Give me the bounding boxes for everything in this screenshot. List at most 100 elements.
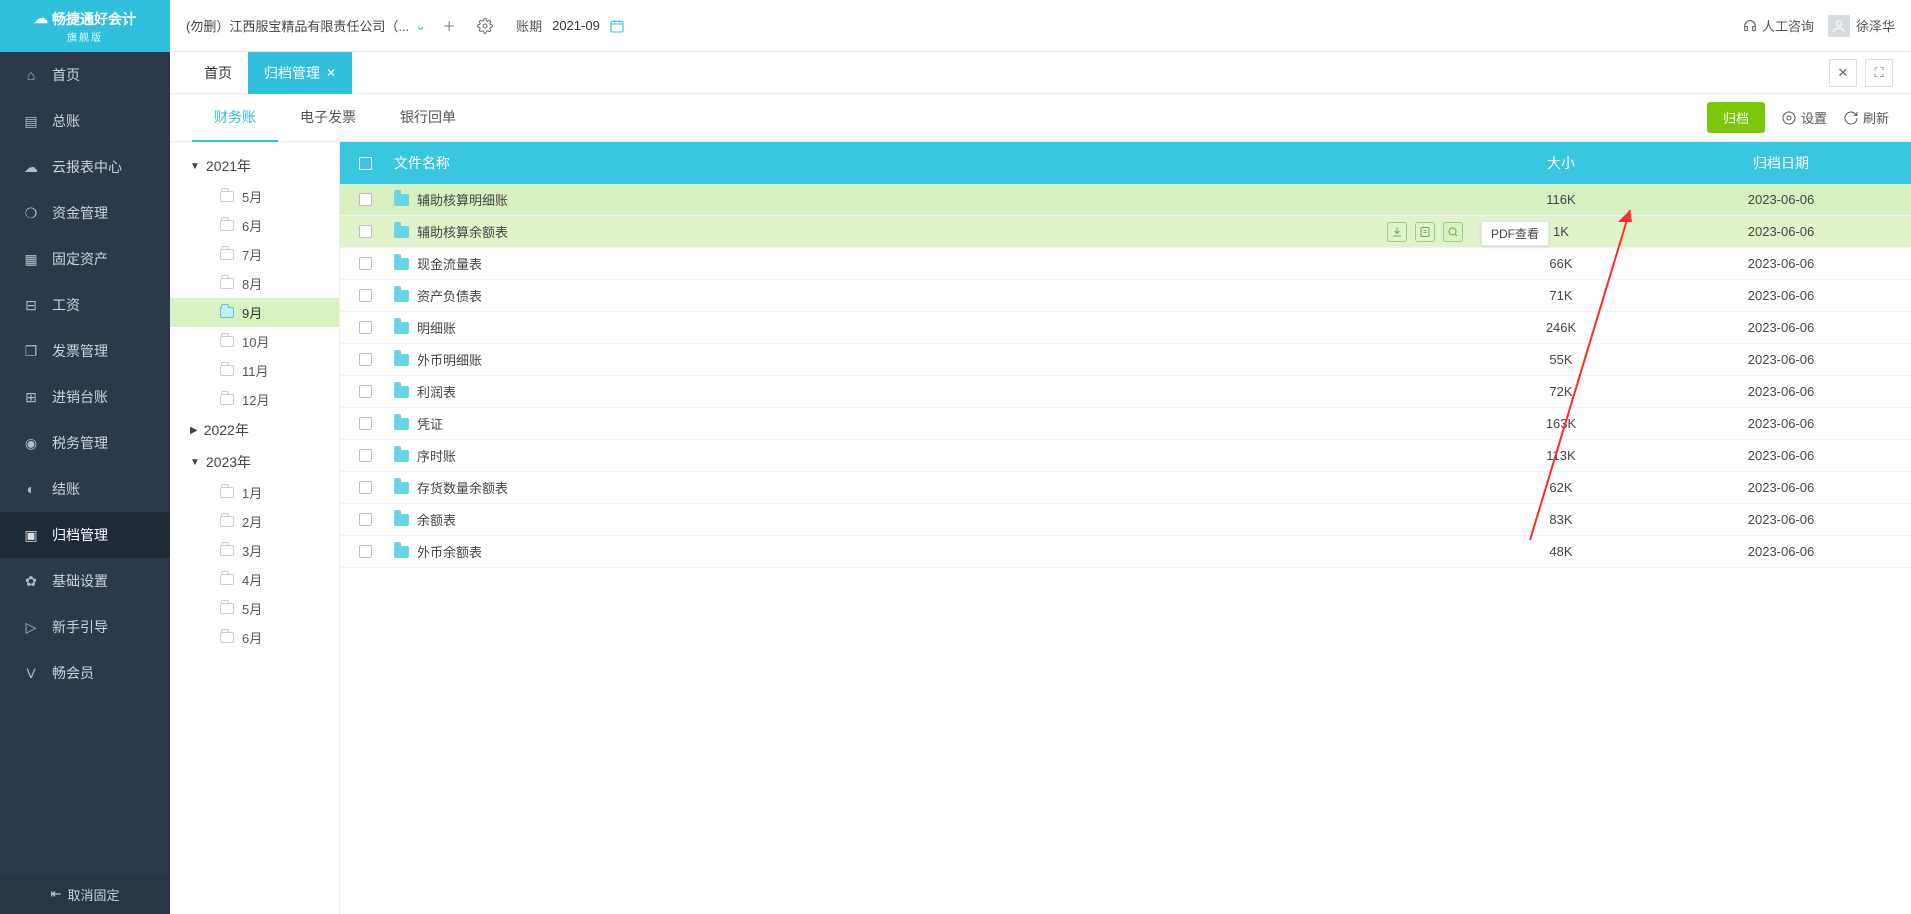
nav-home[interactable]: ⌂首页 [0,52,170,98]
tree-year[interactable]: ▼2021年 [170,150,339,182]
refresh-label: 刷新 [1863,108,1889,127]
period-value[interactable]: 2021-09 [552,18,600,33]
close-icon[interactable]: ✕ [326,66,336,80]
row-checkbox[interactable] [359,513,372,526]
select-all-checkbox[interactable] [359,157,372,170]
file-row[interactable]: 利润表 72K 2023-06-06 [340,376,1911,408]
unpin-button[interactable]: ⇤取消固定 [0,874,170,914]
tree-month[interactable]: 6月 [170,211,339,240]
month-label: 5月 [242,599,262,618]
month-label: 3月 [242,541,262,560]
nav-label: 资金管理 [52,203,108,223]
tree-month[interactable]: 12月 [170,385,339,414]
pdf-view-icon[interactable] [1443,222,1463,242]
tree-month[interactable]: 10月 [170,327,339,356]
file-row[interactable]: 资产负债表 71K 2023-06-06 [340,280,1911,312]
nav-invoice[interactable]: ❐ 发票管理 [0,328,170,374]
member-icon: V [22,664,40,682]
tree-month[interactable]: 5月 [170,594,339,623]
sidebar: ☁畅捷通好会计 旗舰版 ⌂首页▤总账☁云报表中心❍资金管理▦固定资产⊟工资❐发票… [0,0,170,914]
row-checkbox[interactable] [359,193,372,206]
row-checkbox[interactable] [359,385,372,398]
subtab-fin[interactable]: 财务账 [192,94,278,142]
file-row[interactable]: 凭证 163K 2023-06-06 [340,408,1911,440]
archive-button[interactable]: 归档 [1707,102,1765,133]
file-size: 83K [1471,512,1651,527]
file-size: 116K [1471,192,1651,207]
tab-archive[interactable]: 归档管理✕ [248,52,352,94]
file-row[interactable]: 序时账 113K 2023-06-06 [340,440,1911,472]
file-name: 资产负债表 [417,286,482,305]
file-row[interactable]: 辅助核算明细账 116K 2023-06-06 [340,184,1911,216]
year-tree: ▼2021年5月6月7月8月9月10月11月12月▶2022年▼2023年1月2… [170,142,340,914]
user-menu[interactable]: 徐泽华 [1828,15,1895,37]
tab-home[interactable]: 首页 [188,52,248,94]
month-label: 6月 [242,628,262,647]
tree-month[interactable]: 3月 [170,536,339,565]
nav-ledger[interactable]: ▤总账 [0,98,170,144]
file-panel: 文件名称 大小 归档日期 辅助核算明细账 116K 2023-06-06 辅助核… [340,142,1911,914]
nav-guide[interactable]: ▷新手引导 [0,604,170,650]
folder-icon [394,226,409,238]
row-checkbox[interactable] [359,353,372,366]
folder-icon [394,194,409,206]
refresh-link[interactable]: 刷新 [1843,108,1889,127]
row-checkbox[interactable] [359,545,372,558]
nav-label: 发票管理 [52,341,108,361]
nav-psi[interactable]: ⊞进销台账 [0,374,170,420]
nav-close[interactable]: ◐结账 [0,466,170,512]
file-row[interactable]: 余额表 83K 2023-06-06 [340,504,1911,536]
nav-fund[interactable]: ❍资金管理 [0,190,170,236]
folder-icon [394,290,409,302]
download-icon[interactable] [1387,222,1407,242]
tree-month[interactable]: 6月 [170,623,339,652]
fullscreen-button[interactable]: ⛶ [1865,59,1893,87]
row-checkbox[interactable] [359,257,372,270]
row-checkbox[interactable] [359,289,372,302]
invoice-icon: ❐ [22,342,40,360]
year-label: 2023年 [206,452,251,472]
row-checkbox[interactable] [359,321,372,334]
export-icon[interactable] [1415,222,1435,242]
close-all-tabs-button[interactable]: ✕ [1829,59,1857,87]
file-row[interactable]: 外币明细账 55K 2023-06-06 [340,344,1911,376]
tree-month[interactable]: 11月 [170,356,339,385]
nav-cloud-report[interactable]: ☁云报表中心 [0,144,170,190]
subtab-einv[interactable]: 电子发票 [278,94,378,142]
calendar-icon[interactable] [604,13,630,39]
file-row[interactable]: 存货数量余额表 62K 2023-06-06 [340,472,1911,504]
tree-month[interactable]: 7月 [170,240,339,269]
consult-button[interactable]: 人工咨询 [1742,16,1814,35]
file-name: 余额表 [417,510,456,529]
month-label: 12月 [242,390,269,409]
file-row[interactable]: 辅助核算余额表 1K 2023-06-06 PDF查看 [340,216,1911,248]
tree-year[interactable]: ▶2022年 [170,414,339,446]
row-checkbox[interactable] [359,481,372,494]
settings-link[interactable]: 设置 [1781,108,1827,127]
file-size: 48K [1471,544,1651,559]
nav-archive[interactable]: ▣归档管理 [0,512,170,558]
subtab-bank[interactable]: 银行回单 [378,94,478,142]
tree-month[interactable]: 8月 [170,269,339,298]
gear-icon[interactable] [472,13,498,39]
row-checkbox[interactable] [359,225,372,238]
file-row[interactable]: 明细账 246K 2023-06-06 [340,312,1911,344]
company-selector[interactable]: (勿删）江西服宝精品有限责任公司（... ⌄ [186,16,426,35]
nav-member[interactable]: V畅会员 [0,650,170,696]
nav-fixed-asset[interactable]: ▦固定资产 [0,236,170,282]
tree-month[interactable]: 4月 [170,565,339,594]
row-checkbox[interactable] [359,449,372,462]
nav-salary[interactable]: ⊟工资 [0,282,170,328]
tree-month[interactable]: 5月 [170,182,339,211]
file-row[interactable]: 外币余额表 48K 2023-06-06 [340,536,1911,568]
tree-year[interactable]: ▼2023年 [170,446,339,478]
tree-month[interactable]: 1月 [170,478,339,507]
file-row[interactable]: 现金流量表 66K 2023-06-06 [340,248,1911,280]
tree-month[interactable]: 9月 [170,298,339,327]
row-checkbox[interactable] [359,417,372,430]
tree-month[interactable]: 2月 [170,507,339,536]
nav-settings[interactable]: ✿基础设置 [0,558,170,604]
archive-icon: ▣ [22,526,40,544]
add-button[interactable]: ＋ [436,13,462,39]
nav-tax[interactable]: ◉税务管理 [0,420,170,466]
